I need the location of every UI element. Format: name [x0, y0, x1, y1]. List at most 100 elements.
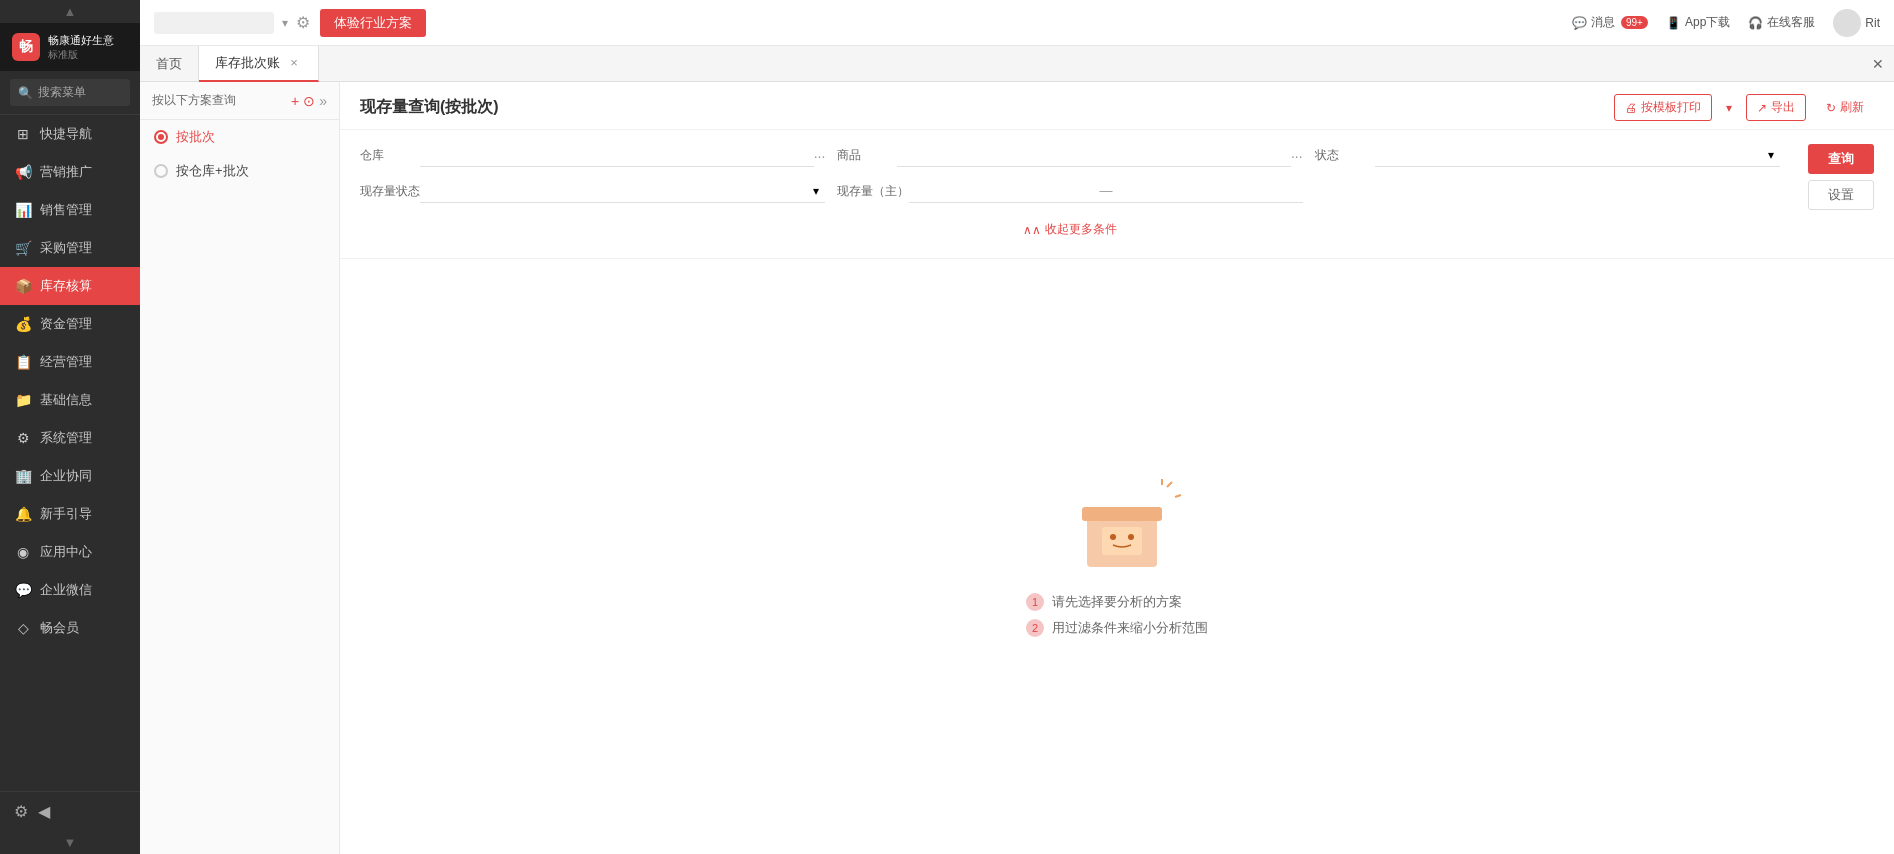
export-icon: ↗: [1757, 101, 1767, 115]
user-profile-button[interactable]: Rit: [1833, 9, 1880, 37]
sidebar-item-system[interactable]: ⚙ 系统管理: [0, 419, 140, 457]
inventory-qty-to-input[interactable]: [1123, 184, 1303, 198]
quick-nav-icon: ⊞: [14, 125, 32, 143]
sidebar-footer: ⚙ ◀: [0, 791, 140, 831]
print-dropdown-button[interactable]: ▾: [1722, 97, 1736, 119]
inventory-status-select[interactable]: ▾: [420, 180, 825, 203]
sidebar-scroll-down[interactable]: ▼: [0, 831, 140, 854]
company-name: 畅康通好生意 标准版: [48, 33, 114, 60]
corp-wechat-icon: 💬: [14, 581, 32, 599]
sidebar-item-operations[interactable]: 📋 经营管理: [0, 343, 140, 381]
filter-radio-by-warehouse-batch: [154, 164, 168, 178]
inventory-qty-from-input[interactable]: [909, 184, 1089, 198]
message-icon: 💬: [1572, 16, 1587, 30]
collapse-up-icon: ∧∧: [1023, 223, 1041, 237]
sidebar-item-member[interactable]: ◇ 畅会员: [0, 609, 140, 647]
sidebar-item-sales[interactable]: 📊 销售管理: [0, 191, 140, 229]
sidebar-item-newbie[interactable]: 🔔 新手引导: [0, 495, 140, 533]
purchase-icon: 🛒: [14, 239, 32, 257]
status-select[interactable]: ▾: [1375, 144, 1780, 167]
online-service-button[interactable]: 🎧 在线客服: [1748, 14, 1815, 31]
refresh-button[interactable]: ↻ 刷新: [1816, 95, 1874, 120]
filter-panel: 按以下方案查询 + ⊙ » 按批次 按仓库+批次: [140, 82, 340, 854]
refresh-icon: ↻: [1826, 101, 1836, 115]
goods-more-button[interactable]: ···: [1291, 148, 1303, 164]
condition-row-1: 仓库 ··· 商品 ···: [360, 144, 1780, 167]
topbar-dropdown-button[interactable]: ▾: [282, 16, 288, 30]
app-download-button[interactable]: 📱 App下载: [1666, 14, 1730, 31]
basic-info-icon: 📁: [14, 391, 32, 409]
tab-inventory-batch[interactable]: 库存批次账 ×: [199, 46, 319, 82]
trial-solution-button[interactable]: 体验行业方案: [320, 9, 426, 37]
tab-home[interactable]: 首页: [140, 46, 199, 82]
page-title: 现存量查询(按批次): [360, 97, 499, 118]
sidebar-item-inventory[interactable]: 📦 库存核算: [0, 267, 140, 305]
settings-button[interactable]: 设置: [1808, 180, 1874, 210]
filter-item-by-warehouse-batch[interactable]: 按仓库+批次: [140, 154, 339, 188]
svg-rect-1: [1082, 507, 1162, 521]
page-header: 现存量查询(按批次) 🖨 按模板打印 ▾ ↗ 导出 ↻ 刷新: [340, 82, 1894, 130]
svg-rect-2: [1102, 527, 1142, 555]
settings-footer-icon[interactable]: ⚙: [14, 802, 28, 821]
scheme-settings-button[interactable]: ⊙: [303, 93, 315, 109]
sidebar-scroll-up[interactable]: ▲: [0, 0, 140, 23]
inventory-status-field: 现存量状态 ▾: [360, 180, 825, 203]
page-header-actions: 🖨 按模板打印 ▾ ↗ 导出 ↻ 刷新: [1614, 94, 1874, 121]
sidebar-item-purchase[interactable]: 🛒 采购管理: [0, 229, 140, 267]
topbar-search-input[interactable]: [154, 12, 274, 34]
svg-point-3: [1110, 534, 1116, 540]
print-icon: 🖨: [1625, 101, 1637, 115]
message-badge: 99+: [1621, 16, 1648, 29]
sidebar-item-basic-info[interactable]: 📁 基础信息: [0, 381, 140, 419]
close-all-tabs-button[interactable]: ✕: [1872, 56, 1884, 72]
filter-item-by-batch[interactable]: 按批次: [140, 120, 339, 154]
svg-line-7: [1175, 495, 1181, 497]
target-icon: ⊙: [303, 93, 315, 109]
warehouse-field: 仓库 ···: [360, 144, 825, 167]
export-button[interactable]: ↗ 导出: [1746, 94, 1806, 121]
topbar-left: ▾ ⚙: [154, 12, 310, 34]
warehouse-more-button[interactable]: ···: [814, 148, 826, 164]
sidebar-item-quick-nav[interactable]: ⊞ 快捷导航: [0, 115, 140, 153]
sidebar-item-finance[interactable]: 💰 资金管理: [0, 305, 140, 343]
warehouse-input-group: [420, 144, 814, 167]
filter-panel-icons: + ⊙ »: [291, 93, 327, 109]
collapse-conditions-button[interactable]: ∧∧ 收起更多条件: [360, 215, 1780, 244]
user-avatar: [1833, 9, 1861, 37]
tabs-right-actions: ✕: [1872, 56, 1894, 72]
status-field: 状态 ▾: [1315, 144, 1780, 167]
page-area: 按以下方案查询 + ⊙ » 按批次 按仓库+批次: [140, 82, 1894, 854]
warehouse-input[interactable]: [420, 148, 814, 162]
content-area: 现存量查询(按批次) 🖨 按模板打印 ▾ ↗ 导出 ↻ 刷新: [340, 82, 1894, 854]
inventory-status-dropdown-icon: ▾: [813, 184, 819, 198]
tab-close-button[interactable]: ×: [286, 55, 302, 71]
collapse-filter-button[interactable]: »: [319, 93, 327, 109]
empty-hints: 1 请先选择要分析的方案 2 用过滤条件来缩小分析范围: [1026, 593, 1208, 637]
query-button[interactable]: 查询: [1808, 144, 1874, 174]
search-menu-button[interactable]: 🔍 搜索菜单: [10, 79, 130, 106]
phone-icon: 📱: [1666, 16, 1681, 30]
empty-state: 1 请先选择要分析的方案 2 用过滤条件来缩小分析范围: [340, 259, 1894, 854]
condition-row-2: 现存量状态 ▾ 现存量（主） —: [360, 179, 1780, 203]
sidebar-search-area: 🔍 搜索菜单: [0, 71, 140, 115]
goods-input[interactable]: [897, 148, 1291, 162]
sidebar-item-app-center[interactable]: ◉ 应用中心: [0, 533, 140, 571]
sidebar-item-marketing[interactable]: 📢 营销推广: [0, 153, 140, 191]
filter-panel-header: 按以下方案查询 + ⊙ »: [140, 82, 339, 120]
print-button[interactable]: 🖨 按模板打印: [1614, 94, 1712, 121]
status-dropdown-icon: ▾: [1768, 148, 1774, 162]
sidebar-item-corp-wechat[interactable]: 💬 企业微信: [0, 571, 140, 609]
messages-button[interactable]: 💬 消息 99+: [1572, 14, 1648, 31]
tabs-bar: 首页 库存批次账 × ✕: [140, 46, 1894, 82]
inventory-qty-field: 现存量（主） —: [837, 179, 1302, 203]
enterprise-icon: 🏢: [14, 467, 32, 485]
collapse-sidebar-icon[interactable]: ◀: [38, 802, 50, 821]
finance-icon: 💰: [14, 315, 32, 333]
topbar-gear-icon[interactable]: ⚙: [296, 13, 310, 32]
svg-point-4: [1128, 534, 1134, 540]
filter-radio-by-batch: [154, 130, 168, 144]
app-center-icon: ◉: [14, 543, 32, 561]
topbar: ▾ ⚙ 体验行业方案 💬 消息 99+ 📱 App下载 🎧 在线客服 Rit: [140, 0, 1894, 46]
add-scheme-button[interactable]: +: [291, 93, 299, 109]
sidebar-item-enterprise[interactable]: 🏢 企业协同: [0, 457, 140, 495]
